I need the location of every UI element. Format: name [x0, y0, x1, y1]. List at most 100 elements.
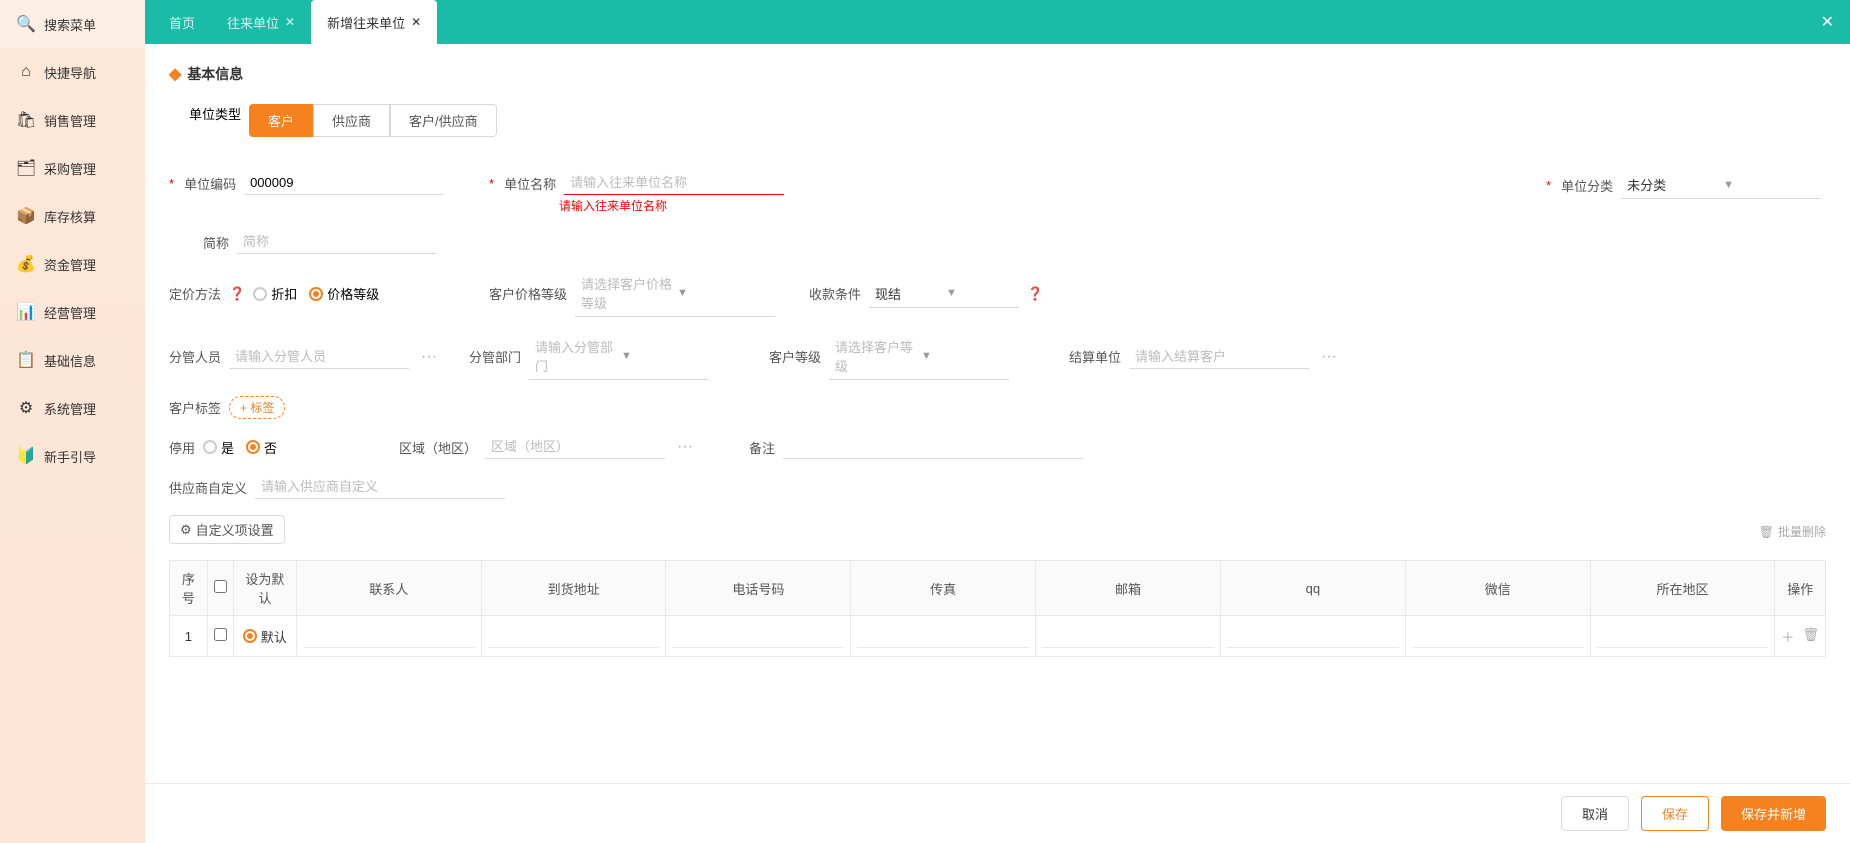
bottom-bar: 取消 保存 保存并新增 — [145, 783, 1850, 843]
supplier-custom-input[interactable] — [255, 475, 505, 499]
manager-input[interactable] — [229, 345, 409, 369]
col-phone: 电话号码 — [666, 561, 851, 616]
inventory-icon: 📦 — [16, 206, 36, 226]
cell-qq[interactable] — [1220, 616, 1405, 657]
pricing-radio-group: 折扣 价格等级 — [253, 284, 379, 303]
remark-label: 备注 — [749, 438, 775, 457]
remark-input[interactable] — [783, 435, 1083, 459]
cell-contact[interactable] — [296, 616, 481, 657]
tab-partners[interactable]: 往来单位 ✕ — [211, 0, 311, 44]
sidebar-item-quick-nav[interactable]: ⌂ 快捷导航 — [0, 48, 145, 96]
batch-delete-icon: 🗑 — [1759, 525, 1774, 539]
unit-code-label: 单位编码 — [184, 174, 236, 193]
pricing-method-label: 定价方法 — [169, 284, 221, 303]
abbr-input[interactable] — [237, 230, 437, 254]
cell-phone[interactable] — [666, 616, 851, 657]
customer-level-select[interactable]: 请选择客户等级 ▼ — [829, 333, 1009, 380]
col-qq: qq — [1220, 561, 1405, 616]
sidebar-item-operations[interactable]: 📊 经营管理 — [0, 288, 145, 336]
sidebar-item-inventory[interactable]: 📦 库存核算 — [0, 192, 145, 240]
radio-discount[interactable]: 折扣 — [253, 284, 297, 303]
sidebar-label-finance: 资金管理 — [44, 255, 96, 274]
department-select[interactable]: 请输入分管部门 ▼ — [529, 333, 709, 380]
sidebar-item-system[interactable]: ⚙ 系统管理 — [0, 384, 145, 432]
col-fax: 传真 — [851, 561, 1036, 616]
delete-row-icon[interactable]: 🗑 — [1802, 627, 1819, 646]
disabled-radio-group: 是 否 — [203, 438, 277, 457]
col-default: 设为默认 — [233, 561, 296, 616]
row-checkbox[interactable] — [214, 628, 227, 641]
radio-disabled-yes[interactable]: 是 — [203, 438, 234, 457]
unit-code-input[interactable] — [244, 171, 444, 195]
unit-type-label: 单位类型 — [189, 107, 241, 122]
type-buttons-group: 客户 供应商 客户/供应商 — [249, 104, 497, 137]
cell-email[interactable] — [1036, 616, 1221, 657]
cancel-button[interactable]: 取消 — [1561, 796, 1629, 831]
manager-label: 分管人员 — [169, 347, 221, 366]
default-radio-circle[interactable] — [243, 629, 257, 643]
section-title: ◆ 基本信息 — [169, 64, 1826, 84]
radio-disabled-yes-circle — [203, 440, 217, 454]
pricing-help-icon[interactable]: ❓ — [229, 286, 245, 302]
save-button[interactable]: 保存 — [1641, 796, 1709, 831]
operations-icon: 📊 — [16, 302, 36, 322]
sidebar-label-basic-info: 基础信息 — [44, 351, 96, 370]
sidebar-item-sales[interactable]: 🛍 销售管理 — [0, 96, 145, 144]
customer-tag-row: 客户标签 + 标签 — [169, 396, 1826, 419]
col-wechat: 微信 — [1405, 561, 1590, 616]
sidebar-item-purchase[interactable]: 🗂 采购管理 — [0, 144, 145, 192]
close-partners-tab[interactable]: ✕ — [285, 15, 295, 29]
sidebar-item-search[interactable]: 🔍 搜索菜单 — [0, 0, 145, 48]
save-and-add-button[interactable]: 保存并新增 — [1721, 796, 1826, 831]
settlement-unit-input[interactable] — [1129, 345, 1309, 369]
cell-region[interactable] — [1590, 616, 1775, 657]
sales-icon: 🛍 — [16, 110, 36, 130]
customer-level-label: 客户等级 — [769, 347, 821, 366]
radio-price-level[interactable]: 价格等级 — [309, 284, 379, 303]
tab-new-partner[interactable]: 新增往来单位 ✕ — [311, 0, 437, 44]
add-row-icon[interactable]: ＋ — [1781, 627, 1794, 646]
payment-terms-help-icon[interactable]: ❓ — [1027, 286, 1043, 302]
select-all-checkbox[interactable] — [214, 580, 227, 593]
unit-category-select[interactable]: 未分类 ▼ — [1621, 171, 1821, 199]
sidebar: 🔍 搜索菜单 ⌂ 快捷导航 🛍 销售管理 🗂 采购管理 📦 库存核算 💰 资金管… — [0, 0, 145, 843]
col-contact: 联系人 — [296, 561, 481, 616]
settlement-unit-label: 结算单位 — [1069, 347, 1121, 366]
region-input[interactable] — [485, 435, 665, 459]
cell-action: ＋ 🗑 — [1775, 616, 1826, 657]
cell-address[interactable] — [481, 616, 666, 657]
sidebar-item-finance[interactable]: 💰 资金管理 — [0, 240, 145, 288]
cell-checkbox[interactable] — [207, 616, 233, 657]
system-icon: ⚙ — [16, 398, 36, 418]
customer-price-level-select[interactable]: 请选择客户价格等级 ▼ — [575, 270, 775, 317]
add-tag-button[interactable]: + 标签 — [229, 396, 285, 419]
type-btn-customer[interactable]: 客户 — [249, 104, 313, 137]
cell-fax[interactable] — [851, 616, 1036, 657]
sidebar-item-basic-info[interactable]: 📋 基础信息 — [0, 336, 145, 384]
payment-terms-select[interactable]: 现结 ▼ — [869, 280, 1019, 308]
supplier-custom-label: 供应商自定义 — [169, 478, 247, 497]
type-btn-supplier[interactable]: 供应商 — [313, 104, 390, 137]
sidebar-item-guide[interactable]: 🔰 新手引导 — [0, 432, 145, 480]
payment-terms-arrow-icon: ▼ — [946, 287, 1013, 299]
close-window-button[interactable]: ✕ — [1821, 12, 1834, 32]
cell-index: 1 — [170, 616, 208, 657]
close-new-partner-tab[interactable]: ✕ — [411, 15, 421, 29]
settlement-more-icon[interactable]: ··· — [1317, 348, 1341, 366]
manager-more-icon[interactable]: ··· — [417, 348, 441, 366]
cell-wechat[interactable] — [1405, 616, 1590, 657]
sidebar-label-search: 搜索菜单 — [44, 15, 96, 34]
col-address: 到货地址 — [481, 561, 666, 616]
tab-bar: 首页 往来单位 ✕ 新增往来单位 ✕ ✕ — [145, 0, 1850, 44]
sidebar-label-system: 系统管理 — [44, 399, 96, 418]
tab-home[interactable]: 首页 — [153, 0, 211, 44]
type-btn-both[interactable]: 客户/供应商 — [390, 104, 497, 137]
cell-default: 默认 — [233, 616, 296, 657]
guide-icon: 🔰 — [16, 446, 36, 466]
main-panel: 首页 往来单位 ✕ 新增往来单位 ✕ ✕ ◆ 基本信息 单位类型 客户 供应商 … — [145, 0, 1850, 843]
region-more-icon[interactable]: ··· — [673, 438, 697, 456]
unit-name-input[interactable] — [564, 171, 784, 195]
radio-disabled-no[interactable]: 否 — [246, 438, 277, 457]
supplier-custom-row: 供应商自定义 — [169, 475, 1826, 499]
custom-settings-button[interactable]: ⚙ 自定义项设置 — [169, 515, 285, 544]
